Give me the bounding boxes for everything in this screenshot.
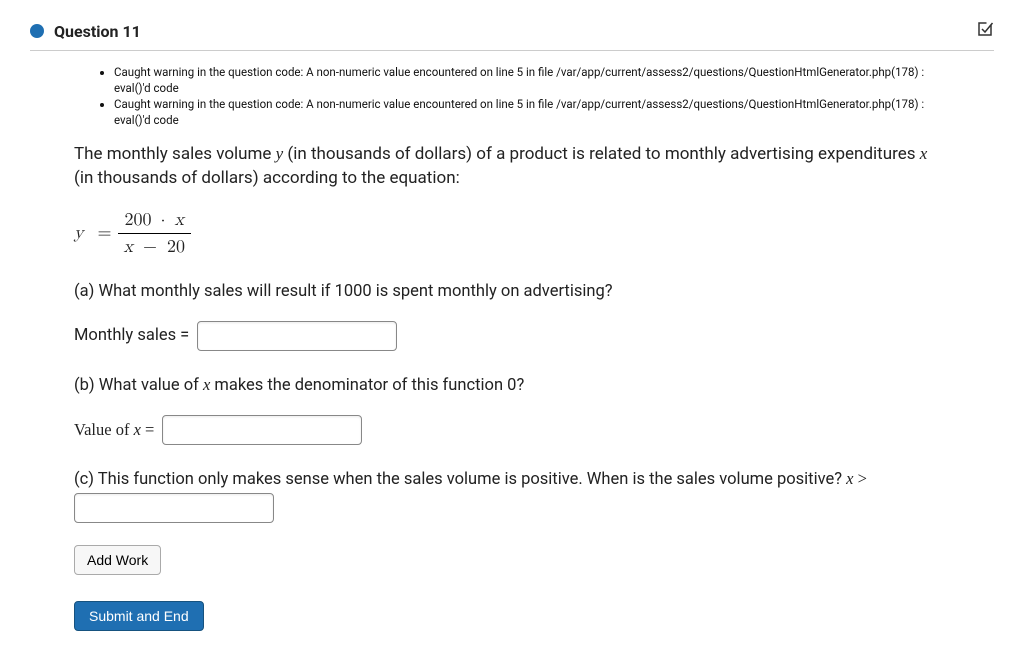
warning-item: Caught warning in the question code: A n… (114, 97, 944, 128)
den-var: x (124, 238, 134, 256)
warning-list: Caught warning in the question code: A n… (94, 65, 944, 128)
num-var: x (175, 211, 185, 229)
part-c-text: (c) This function only makes sense when … (74, 470, 846, 489)
warning-item: Caught warning in the question code: A n… (114, 65, 944, 96)
part-c: (c) This function only makes sense when … (74, 467, 944, 523)
dot-op: · (158, 211, 169, 229)
question-content: Caught warning in the question code: A n… (74, 65, 944, 631)
part-b-label-before: Value of (74, 420, 134, 439)
question-title: Question 11 (54, 22, 141, 41)
fraction: 200 · x x − 20 (118, 209, 192, 258)
num-coeff: 200 (125, 211, 152, 229)
part-b-text: (b) What value of x makes the denominato… (74, 373, 944, 397)
submit-button[interactable]: Submit and End (74, 601, 204, 631)
part-b-input[interactable] (162, 415, 362, 445)
question-prompt: The monthly sales volume y (in thousands… (74, 142, 944, 191)
part-b-label: Value of x = (74, 420, 154, 440)
prompt-text: The monthly sales volume (74, 144, 276, 164)
prompt-text: (in thousands of dollars) of a product i… (283, 144, 920, 164)
part-c-input[interactable] (74, 493, 274, 523)
part-c-label: x > (846, 469, 867, 488)
equals-sign: = (98, 222, 112, 244)
eq-lhs: y (74, 222, 84, 244)
add-work-button[interactable]: Add Work (74, 545, 161, 575)
part-b-text-after: makes the denominator of this function 0… (210, 376, 524, 395)
part-a-label: Monthly sales = (74, 326, 189, 345)
equation-display: y = 200 · x x − 20 (74, 209, 944, 258)
denominator: x − 20 (118, 233, 192, 258)
var-x: x (134, 420, 141, 439)
part-b-text-before: (b) What value of (74, 376, 203, 395)
numerator: 200 · x (119, 209, 191, 233)
var-x: x (920, 144, 928, 163)
question-header: Question 11 (30, 20, 994, 51)
part-a-text: (a) What monthly sales will result if 10… (74, 280, 944, 303)
den-const: 20 (167, 238, 185, 256)
question-header-left: Question 11 (30, 22, 141, 41)
part-a-input[interactable] (197, 321, 397, 351)
prompt-text: (in thousands of dollars) according to t… (74, 168, 460, 188)
status-dot-icon (30, 24, 44, 38)
minus-op: − (139, 238, 161, 256)
fullscreen-check-icon[interactable] (976, 20, 994, 42)
gt-sign: > (853, 469, 866, 488)
part-b-answer-row: Value of x = (74, 415, 944, 445)
equals-sign: = (141, 420, 154, 439)
part-a-answer-row: Monthly sales = (74, 321, 944, 351)
